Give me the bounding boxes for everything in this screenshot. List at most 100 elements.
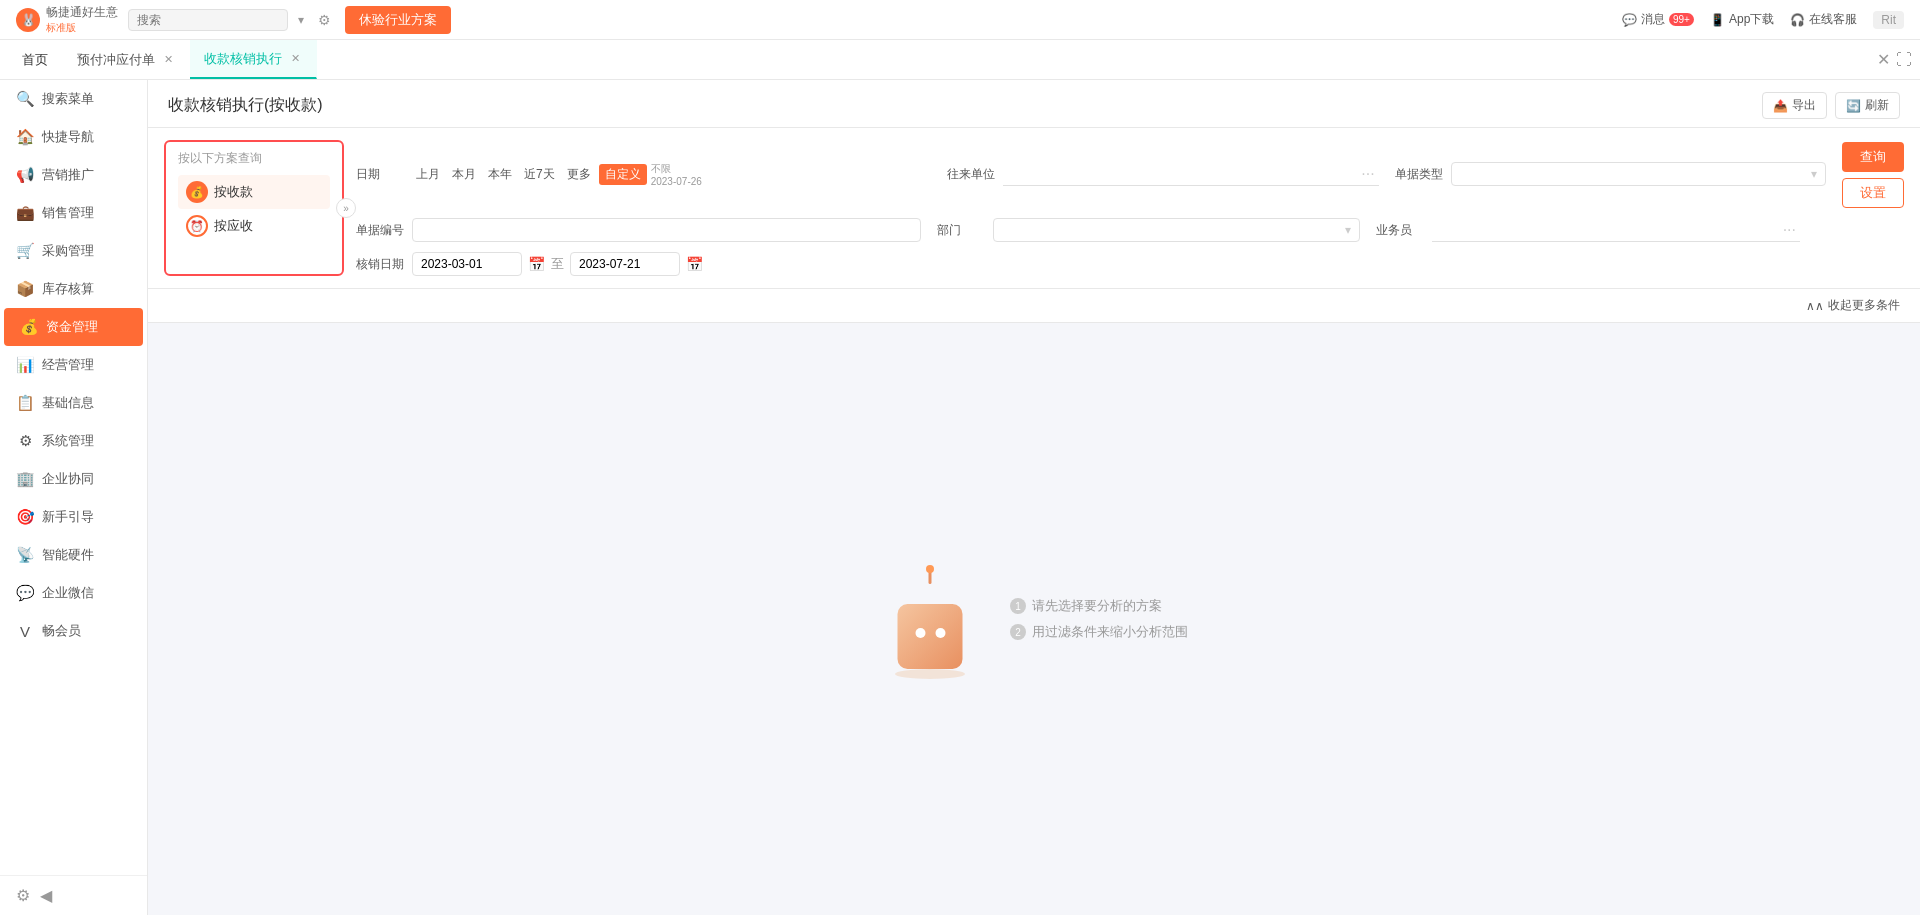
sidebar-item-search-menu[interactable]: 🔍 搜索菜单 (0, 80, 147, 118)
receipt-scheme-icon: 💰 (186, 181, 208, 203)
query-button[interactable]: 查询 (1842, 142, 1904, 172)
industry-btn[interactable]: 休验行业方案 (345, 6, 451, 34)
top-bar-right: 💬 消息 99+ 📱 App下载 🎧 在线客服 Rit (1622, 11, 1904, 29)
partner-label: 往来单位 (947, 166, 997, 183)
tab-home[interactable]: 首页 (8, 40, 63, 79)
collapse-more-bar: ∧∧ 收起更多条件 (148, 289, 1920, 323)
tab-close-icon[interactable]: ✕ (1877, 50, 1890, 69)
sidebar-item-purchase[interactable]: 🛒 采购管理 (0, 232, 147, 270)
gear-icon[interactable]: ⚙ (318, 12, 331, 28)
refresh-button[interactable]: 🔄 刷新 (1835, 92, 1900, 119)
content-area: 收款核销执行(按收款) 📤 导出 🔄 刷新 按以下方案查询 💰 按收款 (148, 80, 1920, 915)
filter-field-salesperson: 业务员 ··· (1376, 219, 1800, 242)
sidebar-bottom: ⚙ ◀ (0, 875, 147, 915)
salesperson-label: 业务员 (1376, 222, 1426, 239)
sidebar-item-member[interactable]: V 畅会员 (0, 612, 147, 650)
system-icon: ⚙ (16, 432, 34, 450)
collapse-left-btn[interactable]: » (336, 198, 356, 218)
tab-prepay[interactable]: 预付冲应付单 ✕ (63, 40, 190, 79)
chevron-down-icon[interactable]: ▾ (298, 13, 304, 27)
user-avatar[interactable]: Rit (1873, 11, 1904, 29)
home-icon: 🏠 (16, 128, 34, 146)
filter-option-receipt[interactable]: 💰 按收款 (178, 175, 330, 209)
verify-date-start-input[interactable] (412, 252, 522, 276)
finance-icon: 💰 (20, 318, 38, 336)
sidebar-item-operations[interactable]: 📊 经营管理 (0, 346, 147, 384)
hardware-icon: 📡 (16, 546, 34, 564)
service-icon: 🎧 (1790, 13, 1805, 27)
hint-text-1: 请先选择要分析的方案 (1032, 597, 1162, 615)
sidebar-item-inventory[interactable]: 📦 库存核算 (0, 270, 147, 308)
date-tab-this-year[interactable]: 本年 (484, 164, 516, 185)
sidebar-item-marketing[interactable]: 📢 营销推广 (0, 156, 147, 194)
verify-date-end-cal-icon[interactable]: 📅 (686, 256, 703, 272)
sidebar-item-finance[interactable]: 💰 资金管理 (4, 308, 143, 346)
enterprise-icon: 🏢 (16, 470, 34, 488)
empty-hint-text: 1 请先选择要分析的方案 2 用过滤条件来缩小分析范围 (1010, 597, 1188, 641)
date-tab-last-month[interactable]: 上月 (412, 164, 444, 185)
doctype-select[interactable]: ▾ (1451, 162, 1826, 186)
sidebar: 🔍 搜索菜单 🏠 快捷导航 📢 营销推广 💼 销售管理 🛒 采购管理 📦 库存核… (0, 80, 148, 915)
hint-num-2: 2 (1010, 624, 1026, 640)
online-service-btn[interactable]: 🎧 在线客服 (1790, 11, 1857, 28)
filter-field-docnumber: 单据编号 (356, 218, 921, 242)
empty-hint-2: 2 用过滤条件来缩小分析范围 (1010, 623, 1188, 641)
export-button[interactable]: 📤 导出 (1762, 92, 1827, 119)
docnumber-input[interactable] (412, 218, 921, 242)
settings-icon[interactable]: ⚙ (16, 886, 30, 905)
sidebar-item-system[interactable]: ⚙ 系统管理 (0, 422, 147, 460)
search-menu-icon: 🔍 (16, 90, 34, 108)
filter-row-3: 核销日期 📅 至 📅 (356, 252, 1904, 276)
sidebar-item-basic-info[interactable]: 📋 基础信息 (0, 384, 147, 422)
sidebar-item-hardware[interactable]: 📡 智能硬件 (0, 536, 147, 574)
date-tab-this-month[interactable]: 本月 (448, 164, 480, 185)
tab-receipts[interactable]: 收款核销执行 ✕ (190, 40, 317, 79)
app-name: 畅捷通好生意 (46, 4, 118, 21)
date-tab-more[interactable]: 更多 (563, 164, 595, 185)
filter-field-doctype: 单据类型 ▾ (1395, 162, 1826, 186)
app-download-btn[interactable]: 📱 App下载 (1710, 11, 1774, 28)
salesperson-more-icon[interactable]: ··· (1783, 221, 1796, 239)
filter-field-date: 日期 上月 本月 本年 近7天 更多 自定义 不限 2023-07-26 (356, 162, 931, 187)
doctype-label: 单据类型 (1395, 166, 1445, 183)
filter-option-receivable[interactable]: ⏰ 按应收 (178, 209, 330, 243)
top-bar: 🐰 畅捷通好生意 标准版 ▾ ⚙ 休验行业方案 💬 消息 99+ 📱 App下载… (0, 0, 1920, 40)
tab-close-receipts[interactable]: ✕ (288, 52, 302, 66)
tab-close-prepay[interactable]: ✕ (161, 53, 175, 67)
partner-more-icon[interactable]: ··· (1361, 165, 1374, 183)
collapse-more-btn[interactable]: ∧∧ 收起更多条件 (1806, 297, 1900, 314)
sidebar-item-enterprise[interactable]: 🏢 企业协同 (0, 460, 147, 498)
date-range: 📅 至 📅 (412, 252, 703, 276)
docnumber-label: 单据编号 (356, 222, 406, 239)
verify-date-label: 核销日期 (356, 256, 406, 273)
setting-button[interactable]: 设置 (1842, 178, 1904, 208)
sidebar-item-sales[interactable]: 💼 销售管理 (0, 194, 147, 232)
verify-date-start-cal-icon[interactable]: 📅 (528, 256, 545, 272)
date-label: 日期 (356, 166, 406, 183)
tab-expand-icon[interactable]: ⛶ (1896, 51, 1912, 69)
empty-hint-1: 1 请先选择要分析的方案 (1010, 597, 1188, 615)
sidebar-item-quick-nav[interactable]: 🏠 快捷导航 (0, 118, 147, 156)
date-to-value: 2023-07-26 (651, 176, 702, 187)
inventory-icon: 📦 (16, 280, 34, 298)
verify-date-end-input[interactable] (570, 252, 680, 276)
date-tab-7days[interactable]: 近7天 (520, 164, 559, 185)
message-btn[interactable]: 💬 消息 99+ (1622, 11, 1694, 28)
tab-bar-actions: ✕ ⛶ (1877, 50, 1912, 69)
logo-icon: 🐰 (16, 8, 40, 32)
member-icon: V (16, 623, 34, 640)
filter-row-2: 单据编号 部门 ▾ 业务员 ··· (356, 218, 1904, 242)
page-header: 收款核销执行(按收款) 📤 导出 🔄 刷新 (148, 80, 1920, 128)
date-tab-custom[interactable]: 自定义 (599, 164, 647, 185)
collapse-sidebar-icon[interactable]: ◀ (40, 886, 52, 905)
sidebar-item-wechat[interactable]: 💬 企业微信 (0, 574, 147, 612)
app-logo: 🐰 畅捷通好生意 标准版 (16, 4, 118, 35)
operations-icon: 📊 (16, 356, 34, 374)
page-header-actions: 📤 导出 🔄 刷新 (1762, 92, 1900, 119)
department-label: 部门 (937, 222, 987, 239)
filter-panel: 按以下方案查询 💰 按收款 ⏰ 按应收 » 日期 (148, 128, 1920, 289)
filter-field-department: 部门 ▾ (937, 218, 1361, 242)
search-input[interactable] (128, 9, 288, 31)
sidebar-item-guide[interactable]: 🎯 新手引导 (0, 498, 147, 536)
department-select[interactable]: ▾ (993, 218, 1361, 242)
